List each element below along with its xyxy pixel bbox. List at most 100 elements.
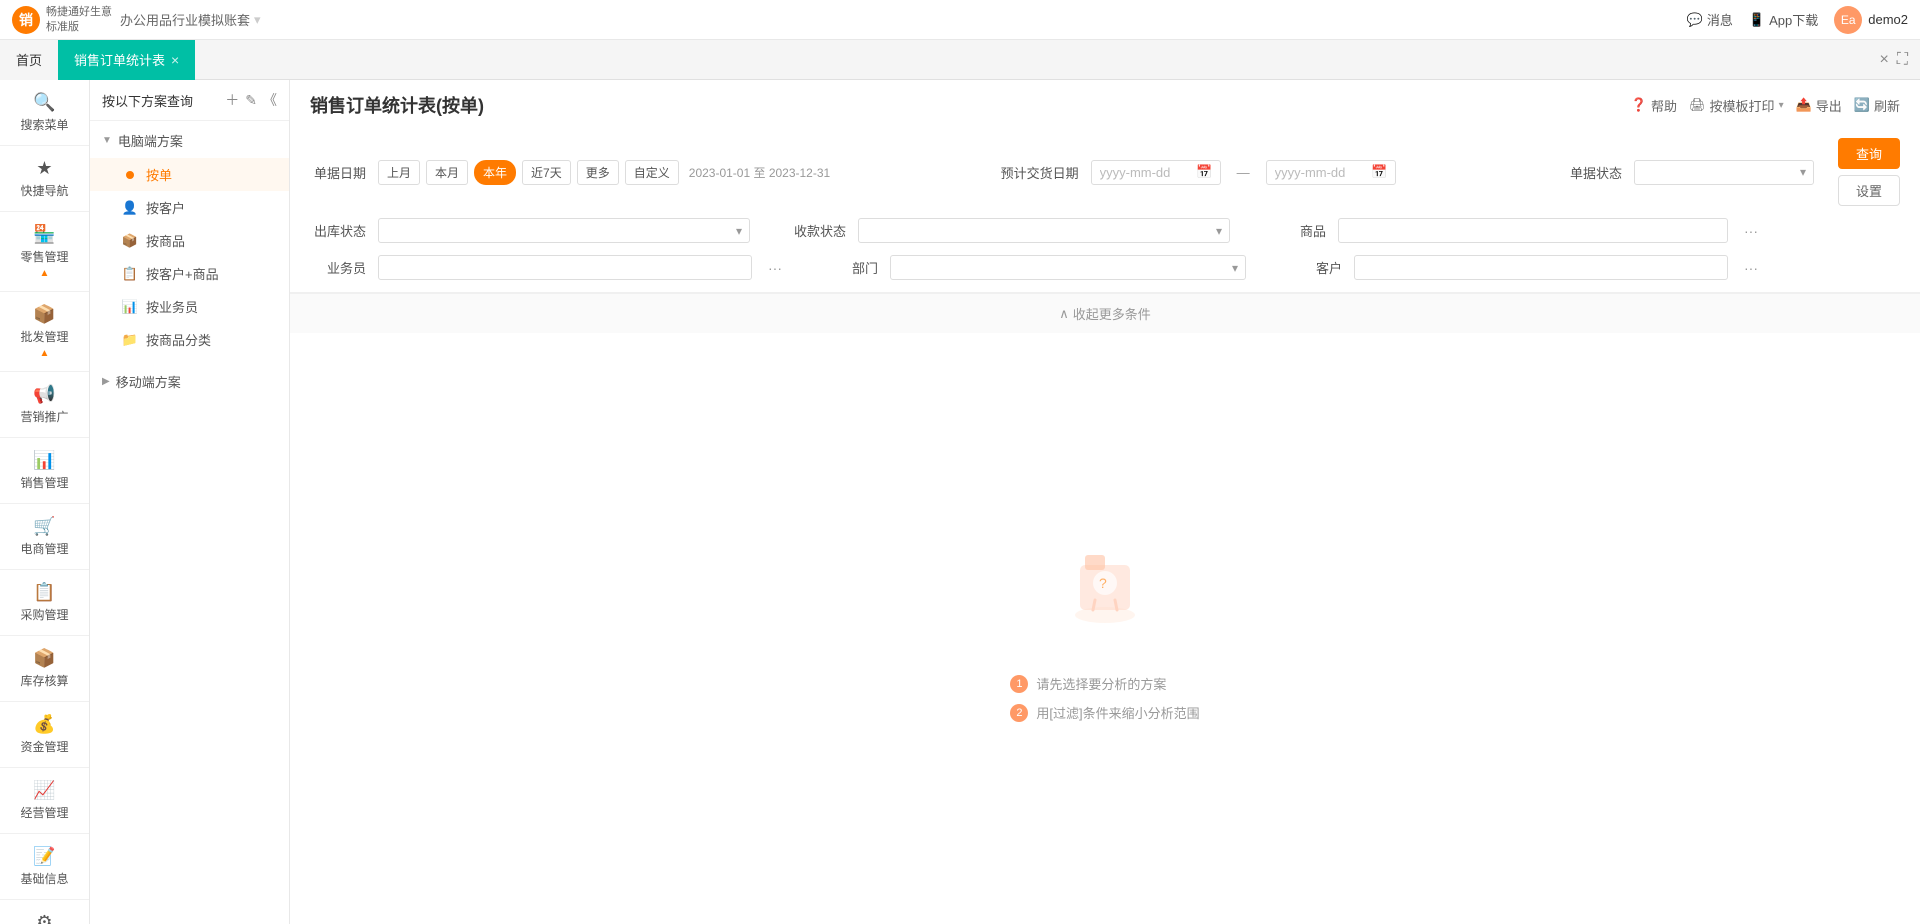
empty-icon: ? — [1055, 535, 1155, 654]
scheme-item-by-customer-goods[interactable]: 📋 按客户+商品 — [90, 257, 289, 290]
tip-1-text: 请先选择要分析的方案 — [1036, 674, 1166, 693]
marketing-icon: 📢 — [8, 384, 81, 405]
stock-status-label: 出库状态 — [310, 221, 366, 240]
scheme-panel: 按以下方案查询 ＋ ✎ 《 ▼ 电脑端方案 按单 — [90, 80, 290, 924]
calendar-start-icon[interactable]: 📅 — [1196, 164, 1212, 180]
message-icon: 💬 — [1687, 12, 1703, 28]
status-select[interactable] — [1634, 160, 1814, 185]
date-btn-this-year[interactable]: 本年 — [474, 160, 516, 185]
inventory-icon: 📦 — [8, 648, 81, 669]
date-btn-last-7[interactable]: 近7天 — [522, 160, 571, 185]
scheme-item-by-category[interactable]: 📁 按商品分类 — [90, 323, 289, 356]
breadcrumb-arrow-icon[interactable]: ▾ — [254, 12, 261, 28]
sidebar-item-retail[interactable]: 🏪 零售管理 ▲ — [0, 212, 89, 292]
customer-more-icon[interactable]: ··· — [1744, 260, 1758, 276]
page-title: 销售订单统计表(按单) — [310, 92, 484, 118]
main-layout: 🔍 搜索菜单 ★ 快捷导航 🏪 零售管理 ▲ 📦 批发管理 ▲ 📢 营销推广 📊… — [0, 80, 1920, 924]
tab-home[interactable]: 首页 — [0, 40, 58, 80]
scheme-item-by-order[interactable]: 按单 — [90, 158, 289, 191]
scheme-panel-header: 按以下方案查询 ＋ ✎ 《 — [90, 80, 289, 121]
date-btn-custom[interactable]: 自定义 — [625, 160, 679, 185]
refresh-icon: 🔄 — [1854, 97, 1870, 113]
sidebar-item-inventory[interactable]: 📦 库存核算 — [0, 636, 89, 702]
date-btn-more[interactable]: 更多 — [577, 160, 619, 185]
scheme-item-by-goods[interactable]: 📦 按商品 — [90, 224, 289, 257]
message-button[interactable]: 💬 消息 — [1687, 10, 1733, 29]
payment-status-select[interactable] — [858, 218, 1230, 243]
download-icon: 📱 — [1749, 12, 1765, 28]
status-label: 单据状态 — [1566, 163, 1622, 182]
sidebar-item-operations[interactable]: 📈 经营管理 — [0, 768, 89, 834]
settings-button[interactable]: 设置 — [1838, 175, 1900, 206]
sidebar-item-search-menu[interactable]: 🔍 搜索菜单 — [0, 80, 89, 146]
filter-row-1: 单据日期 上月 本月 本年 近7天 更多 自定义 2023-01-01 至 20… — [310, 138, 1900, 206]
print-button[interactable]: 🖨 按模板打印 ▾ — [1689, 96, 1784, 115]
scheme-section-mobile-header[interactable]: ▶ 移动端方案 — [90, 366, 289, 397]
query-button[interactable]: 查询 — [1838, 138, 1900, 169]
sidebar-item-label: 经营管理 — [8, 804, 81, 821]
collapse-scheme-button[interactable]: 《 — [263, 90, 277, 110]
salesperson-input[interactable] — [378, 255, 752, 280]
purchase-icon: 📋 — [8, 582, 81, 603]
top-bar-right: 💬 消息 📱 App下载 Ea demo2 — [1687, 6, 1908, 34]
sidebar-item-wholesale[interactable]: 📦 批发管理 ▲ — [0, 292, 89, 372]
stock-status-select[interactable] — [378, 218, 750, 243]
customer-input[interactable] — [1354, 255, 1728, 280]
username-label: demo2 — [1868, 12, 1908, 27]
window-close-icon[interactable]: × — [1879, 51, 1888, 69]
avatar: Ea — [1834, 6, 1862, 34]
top-bar: 销 畅捷通好生意 标准版 办公用品行业模拟账套 ▾ 💬 消息 📱 App下载 E… — [0, 0, 1920, 40]
help-button[interactable]: ❓ 帮助 — [1631, 96, 1677, 115]
sidebar-item-system[interactable]: ⚙ 系统管理 — [0, 900, 89, 924]
search-menu-icon: 🔍 — [8, 92, 81, 113]
status-select-wrapper — [1634, 160, 1814, 185]
sidebar-item-finance[interactable]: 💰 资金管理 — [0, 702, 89, 768]
sidebar-item-quick-nav[interactable]: ★ 快捷导航 — [0, 146, 89, 212]
sidebar-item-basic-info[interactable]: 📝 基础信息 — [0, 834, 89, 900]
date-end-wrapper: 📅 — [1266, 160, 1396, 185]
system-icon: ⚙ — [8, 912, 81, 924]
query-buttons: 查询 设置 — [1826, 138, 1900, 206]
app-download-button[interactable]: 📱 App下载 — [1749, 10, 1818, 29]
sidebar: 🔍 搜索菜单 ★ 快捷导航 🏪 零售管理 ▲ 📦 批发管理 ▲ 📢 营销推广 📊… — [0, 80, 90, 924]
date-btn-last-month[interactable]: 上月 — [378, 160, 420, 185]
sidebar-item-purchase[interactable]: 📋 采购管理 — [0, 570, 89, 636]
sidebar-item-label: 搜索菜单 — [8, 116, 81, 133]
scheme-item-by-salesperson[interactable]: 📊 按业务员 — [90, 290, 289, 323]
operations-icon: 📈 — [8, 780, 81, 801]
page-header-actions: ❓ 帮助 🖨 按模板打印 ▾ 📤 导出 🔄 刷新 — [1631, 96, 1900, 115]
scheme-item-by-customer[interactable]: 👤 按客户 — [90, 191, 289, 224]
sidebar-item-ecommerce[interactable]: 🛒 电商管理 — [0, 504, 89, 570]
scheme-section-pc-header[interactable]: ▼ 电脑端方案 — [90, 125, 289, 156]
salesperson-more-icon[interactable]: ··· — [768, 260, 782, 276]
collapse-icon: ∧ — [1059, 306, 1069, 322]
page-header: 销售订单统计表(按单) ❓ 帮助 🖨 按模板打印 ▾ 📤 导出 — [290, 80, 1920, 126]
sidebar-item-sales[interactable]: 📊 销售管理 — [0, 438, 89, 504]
tab-active[interactable]: 销售订单统计表 × — [58, 40, 195, 80]
sidebar-item-marketing[interactable]: 📢 营销推广 — [0, 372, 89, 438]
scheme-section-pc-label: 电脑端方案 — [118, 131, 183, 150]
goods-more-icon[interactable]: ··· — [1744, 223, 1758, 239]
calendar-end-icon[interactable]: 📅 — [1371, 164, 1387, 180]
window-maximize-icon[interactable]: ⛶ — [1897, 51, 1908, 69]
retail-icon: 🏪 — [8, 224, 81, 245]
refresh-button[interactable]: 🔄 刷新 — [1854, 96, 1900, 115]
goods-input[interactable] — [1338, 218, 1728, 243]
sidebar-item-label: 资金管理 — [8, 738, 81, 755]
sidebar-item-label: 库存核算 — [8, 672, 81, 689]
tab-close-icon[interactable]: × — [171, 52, 179, 68]
empty-tip-2: 2 用[过滤]条件来缩小分析范围 — [1010, 703, 1199, 722]
sales-icon: 📊 — [8, 450, 81, 471]
edit-scheme-button[interactable]: ✎ — [245, 92, 257, 109]
by-order-icon — [122, 171, 138, 179]
add-scheme-button[interactable]: ＋ — [225, 90, 239, 110]
scheme-section-mobile-label: 移动端方案 — [116, 372, 181, 391]
svg-text:?: ? — [1099, 575, 1107, 591]
export-button[interactable]: 📤 导出 — [1796, 96, 1842, 115]
department-select[interactable] — [890, 255, 1246, 280]
scheme-item-label: 按业务员 — [146, 297, 198, 316]
filter-area: 单据日期 上月 本月 本年 近7天 更多 自定义 2023-01-01 至 20… — [290, 126, 1920, 293]
date-btn-this-month[interactable]: 本月 — [426, 160, 468, 185]
collapse-bar[interactable]: ∧ 收起更多条件 — [290, 293, 1920, 333]
sidebar-item-label: 电商管理 — [8, 540, 81, 557]
